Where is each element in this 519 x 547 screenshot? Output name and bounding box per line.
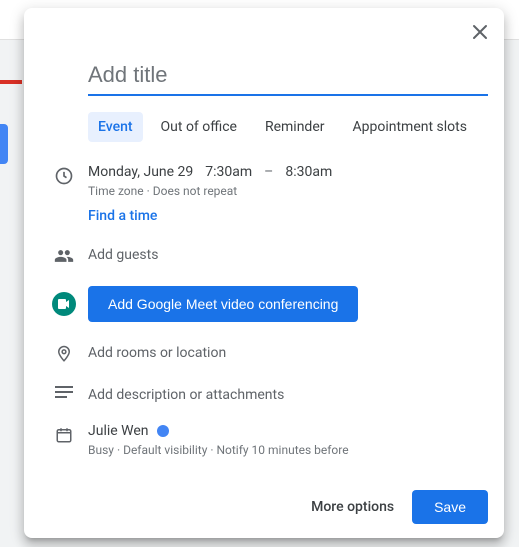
owner-name: Julie Wen xyxy=(88,423,149,439)
timezone-link[interactable]: Time zone xyxy=(88,184,144,198)
video-icon xyxy=(52,292,76,316)
repeat-setting[interactable]: Does not repeat xyxy=(153,184,238,198)
clock-icon xyxy=(54,166,74,186)
save-button[interactable]: Save xyxy=(412,490,488,524)
close-button[interactable] xyxy=(464,16,496,48)
add-description-field[interactable]: Add description or attachments xyxy=(88,387,284,403)
add-guests-field[interactable]: Add guests xyxy=(88,247,158,263)
separator-dot xyxy=(144,184,153,198)
event-create-modal: Event Out of office Reminder Appointment… xyxy=(24,8,504,538)
date-display[interactable]: Monday, June 29 xyxy=(88,164,193,180)
find-a-time-link[interactable]: Find a time xyxy=(88,208,157,224)
notes-icon xyxy=(55,386,73,400)
notification-setting[interactable]: Notify 10 minutes before xyxy=(216,443,348,457)
add-meet-button[interactable]: Add Google Meet video conferencing xyxy=(88,286,358,322)
time-separator: – xyxy=(264,164,273,180)
separator-dot xyxy=(114,443,123,457)
event-type-tabs: Event Out of office Reminder Appointment… xyxy=(88,112,488,142)
availability-setting[interactable]: Busy xyxy=(88,443,114,457)
add-location-field[interactable]: Add rooms or location xyxy=(88,345,226,361)
tab-event[interactable]: Event xyxy=(88,112,143,142)
more-options-button[interactable]: More options xyxy=(311,499,394,515)
visibility-setting[interactable]: Default visibility xyxy=(123,443,207,457)
calendar-icon xyxy=(55,425,73,445)
start-time[interactable]: 7:30am xyxy=(205,164,252,180)
title-input[interactable] xyxy=(88,56,488,96)
location-icon xyxy=(55,344,73,364)
tab-appointment-slots[interactable]: Appointment slots xyxy=(343,112,477,142)
tab-out-of-office[interactable]: Out of office xyxy=(151,112,247,142)
people-icon xyxy=(54,246,74,266)
end-time[interactable]: 8:30am xyxy=(285,164,332,180)
calendar-color-dot[interactable] xyxy=(157,425,169,437)
tab-reminder[interactable]: Reminder xyxy=(255,112,335,142)
